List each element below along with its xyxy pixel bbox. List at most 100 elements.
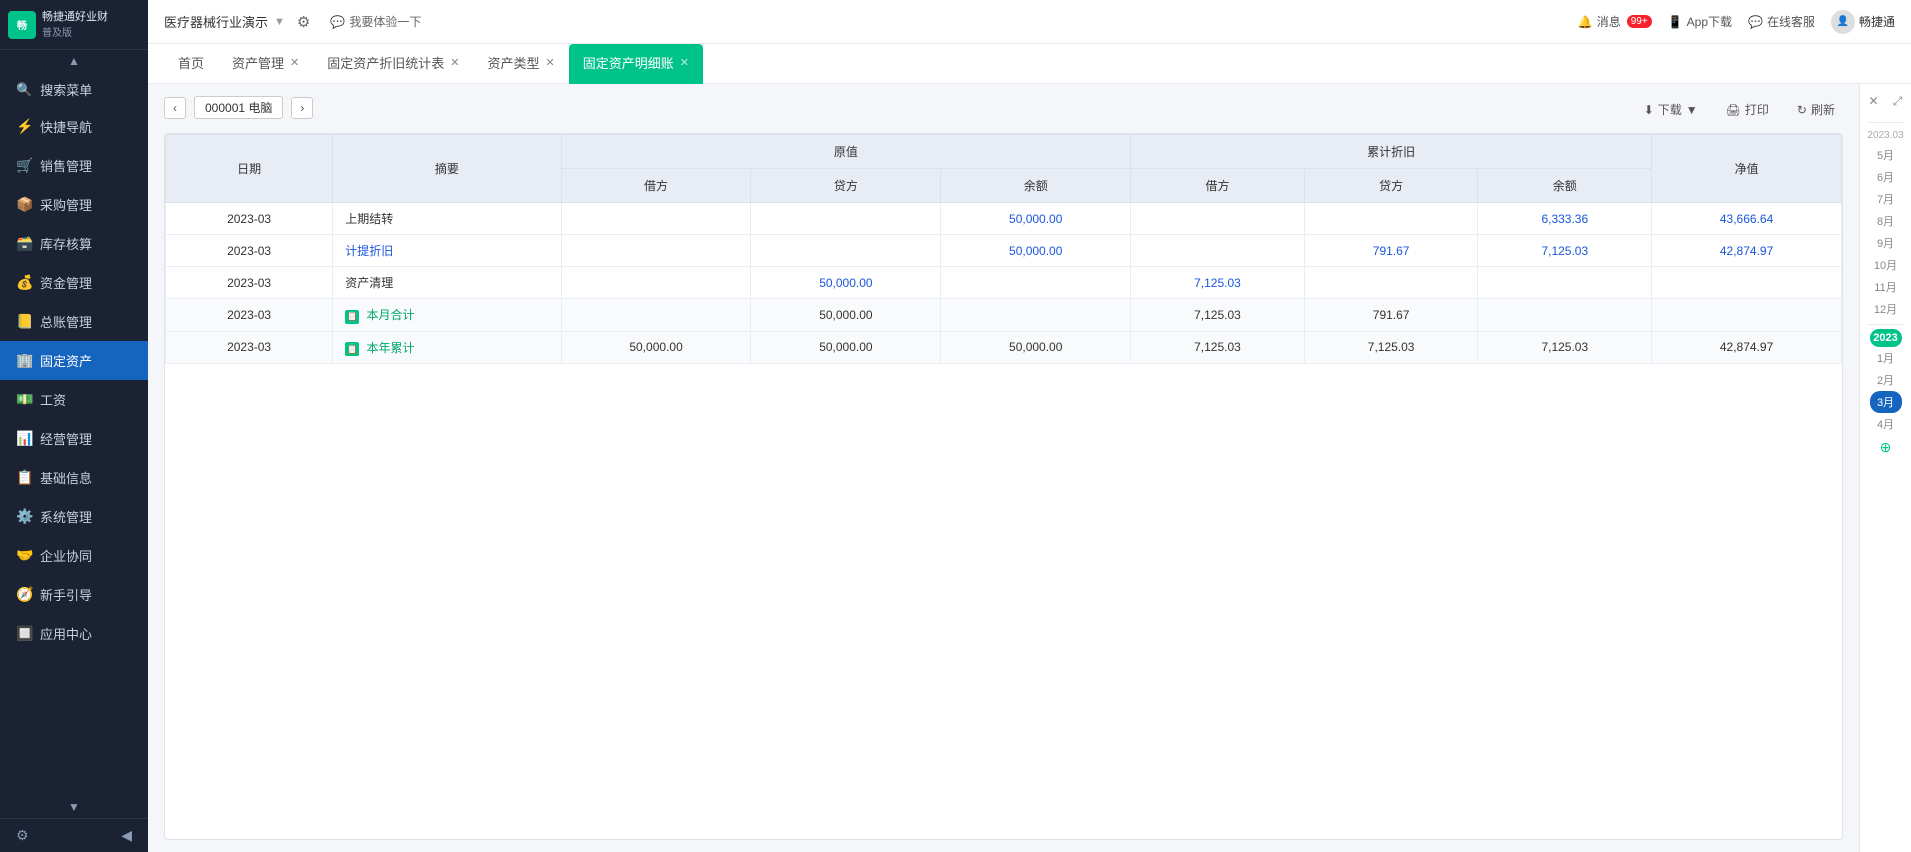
table-cell: 7,125.03 — [1304, 331, 1478, 364]
table-cell — [561, 267, 751, 299]
topbar-settings-icon[interactable]: ⚙ — [297, 13, 310, 31]
sidebar-item-salary[interactable]: 💵 工资 — [0, 380, 148, 419]
app-download-btn[interactable]: 📱 App下载 — [1668, 13, 1732, 30]
tab-depreciation-stat[interactable]: 固定资产折旧统计表 ✕ — [313, 44, 473, 84]
asset-prev-btn[interactable]: ‹ — [164, 97, 186, 119]
tab-close-asset-detail[interactable]: ✕ — [680, 56, 689, 69]
sidebar-item-inventory[interactable]: 🗃️ 库存核算 — [0, 224, 148, 263]
sidebar-item-operations[interactable]: 📊 经营管理 — [0, 419, 148, 458]
salary-icon: 💵 — [16, 391, 32, 408]
rs-prev-period: 2023.03 5月 6月 7月 8月 9月 10月 11月 12月 — [1860, 127, 1911, 320]
sidebar-item-system[interactable]: ⚙️ 系统管理 — [0, 497, 148, 536]
logo-text: 畅捷通好业财 普及版 — [42, 10, 108, 39]
tab-close-asset-type[interactable]: ✕ — [546, 56, 555, 69]
data-table-wrap: 日期 摘要 原值 累计折旧 净值 借方 贷方 余额 借方 贷方 余额 — [164, 133, 1843, 840]
capital-icon: 💰 — [16, 274, 32, 291]
logo-icon: 畅 — [8, 11, 36, 39]
col-accum-dep-header: 累计折旧 — [1131, 135, 1652, 169]
table-cell: 791.67 — [1304, 299, 1478, 332]
rs-close-btn[interactable]: ✕ — [1865, 92, 1883, 110]
asset-navigation: ‹ 000001 电脑 › — [164, 96, 313, 119]
table-row-summary: 资产清理 — [333, 267, 561, 299]
table-cell — [1478, 267, 1652, 299]
collapse-sidebar-btn[interactable]: ◀ — [121, 827, 132, 844]
rs-month-11[interactable]: 11月 — [1860, 276, 1911, 298]
rs-month-7[interactable]: 7月 — [1860, 188, 1911, 210]
rs-month-12[interactable]: 12月 — [1860, 298, 1911, 320]
customer-service-btn[interactable]: 💬 在线客服 — [1748, 13, 1815, 30]
tab-home[interactable]: 首页 — [164, 44, 218, 84]
table-cell — [561, 235, 751, 267]
fixed-assets-icon: 🏢 — [16, 352, 32, 369]
sidebar-item-quick-nav[interactable]: ⚡ 快捷导航 — [0, 107, 148, 146]
table-cell: 50,000.00 — [751, 331, 941, 364]
avatar: 👤 — [1831, 10, 1855, 34]
sidebar-item-basic-info[interactable]: 📋 基础信息 — [0, 458, 148, 497]
sidebar-item-app-center[interactable]: 🔲 应用中心 — [0, 614, 148, 653]
col-net-header: 净值 — [1652, 135, 1842, 203]
table-cell — [561, 203, 751, 235]
table-cell — [751, 203, 941, 235]
rs-month-1[interactable]: 1月 — [1860, 347, 1911, 369]
col-dep-balance-header: 余额 — [1478, 169, 1652, 203]
table-cell: 50,000.00 — [941, 203, 1131, 235]
sidebar-item-cooperation[interactable]: 🤝 企业协同 — [0, 536, 148, 575]
download-icon: ⬇ — [1644, 103, 1654, 117]
sidebar-item-ledger[interactable]: 📒 总账管理 — [0, 302, 148, 341]
tab-asset-type[interactable]: 资产类型 ✕ — [473, 44, 568, 84]
table-row-date: 2023-03 — [166, 299, 333, 332]
tab-close-depreciation-stat[interactable]: ✕ — [450, 56, 459, 69]
table-cell — [1652, 299, 1842, 332]
tab-close-asset-mgmt[interactable]: ✕ — [290, 56, 299, 69]
download-btn[interactable]: ⬇ 下载 ▼ — [1636, 98, 1706, 121]
sidebar-item-purchase[interactable]: 📦 采购管理 — [0, 185, 148, 224]
table-row-summary: 📋 本月合计 — [333, 299, 561, 332]
sidebar-item-sales[interactable]: 🛒 销售管理 — [0, 146, 148, 185]
table-cell — [941, 267, 1131, 299]
rs-expand-btn[interactable]: ⤢ — [1889, 92, 1907, 110]
sidebar-footer: ⚙ ◀ — [0, 818, 148, 852]
asset-next-btn[interactable]: › — [291, 97, 313, 119]
rs-month-6[interactable]: 6月 — [1860, 166, 1911, 188]
service-icon: 💬 — [1748, 15, 1763, 29]
table-cell: 50,000.00 — [751, 267, 941, 299]
company-selector[interactable]: 医疗器械行业演示 ▼ — [164, 12, 285, 31]
rs-month-4[interactable]: 4月 — [1860, 413, 1911, 435]
rs-month-9[interactable]: 9月 — [1860, 232, 1911, 254]
print-btn[interactable]: 🖨 打印 — [1718, 98, 1777, 121]
table-cell: 43,666.64 — [1652, 203, 1842, 235]
toolbar-right: ⬇ 下载 ▼ 🖨 打印 ↻ 刷新 — [1636, 98, 1843, 121]
asset-code-display: 000001 电脑 — [194, 96, 283, 119]
tab-asset-mgmt[interactable]: 资产管理 ✕ — [218, 44, 313, 84]
sidebar-item-capital[interactable]: 💰 资金管理 — [0, 263, 148, 302]
rs-month-2[interactable]: 2月 — [1860, 369, 1911, 391]
guide-icon: 🧭 — [16, 586, 32, 603]
tab-asset-detail[interactable]: 固定资产明细账 ✕ — [569, 44, 703, 84]
sidebar-scroll-down[interactable]: ▼ — [0, 796, 148, 818]
refresh-btn[interactable]: ↻ 刷新 — [1789, 98, 1843, 121]
rs-scroll-down-icon[interactable]: ⊕ — [1880, 439, 1892, 456]
rs-month-5[interactable]: 5月 — [1860, 144, 1911, 166]
sidebar-item-guide[interactable]: 🧭 新手引导 — [0, 575, 148, 614]
sidebar-search[interactable]: 🔍 搜索菜单 — [0, 72, 148, 107]
experience-btn[interactable]: 💬 我要体验一下 — [330, 13, 421, 30]
sidebar-item-fixed-assets[interactable]: 🏢 固定资产 — [0, 341, 148, 380]
message-btn[interactable]: 🔔 消息 99+ — [1578, 13, 1652, 30]
rs-top-actions: ✕ ⤢ — [1865, 92, 1907, 110]
rs-year-2023[interactable]: 2023 — [1870, 329, 1902, 347]
table-cell: 42,874.97 — [1652, 331, 1842, 364]
settings-footer-btn[interactable]: ⚙ — [16, 827, 29, 844]
col-dep-debit-header: 借方 — [1131, 169, 1305, 203]
download-icon: 📱 — [1668, 15, 1683, 29]
table-cell: 7,125.03 — [1131, 267, 1305, 299]
rs-divider-top — [1868, 122, 1904, 123]
table-cell — [941, 299, 1131, 332]
rs-month-8[interactable]: 8月 — [1860, 210, 1911, 232]
table-cell — [1304, 267, 1478, 299]
user-profile[interactable]: 👤 畅捷通 — [1831, 10, 1895, 34]
rs-month-3[interactable]: 3月 — [1870, 391, 1902, 413]
tabs-bar: 首页 资产管理 ✕ 固定资产折旧统计表 ✕ 资产类型 ✕ 固定资产明细账 ✕ — [148, 44, 1911, 84]
basic-info-icon: 📋 — [16, 469, 32, 486]
sidebar-scroll-up[interactable]: ▲ — [0, 50, 148, 72]
rs-month-10[interactable]: 10月 — [1860, 254, 1911, 276]
